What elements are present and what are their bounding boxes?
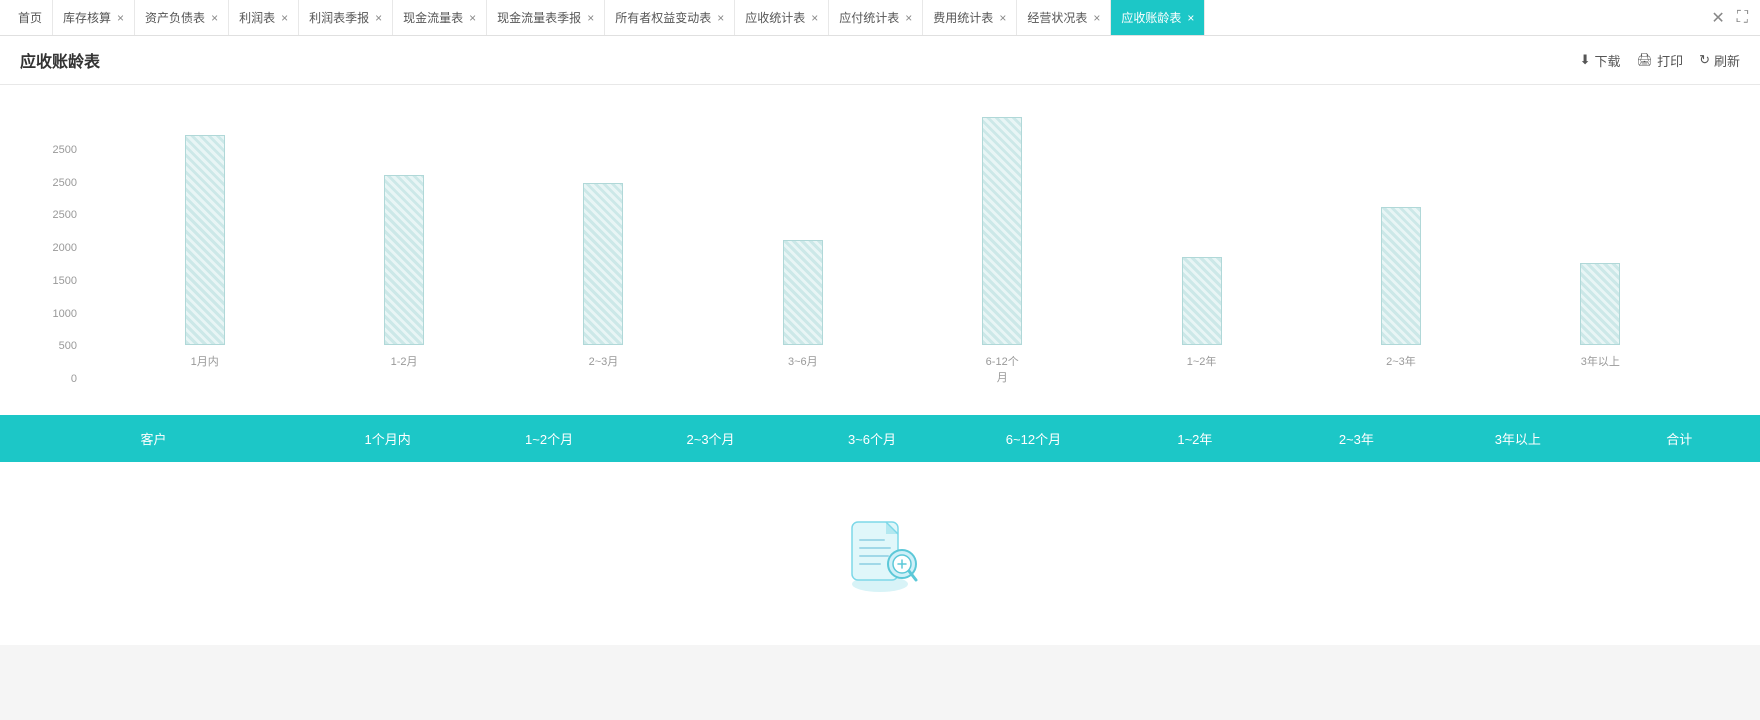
x-label-1month: 1月内 [185,353,225,385]
col-header-2-3month: 2~3个月 [630,415,791,462]
tab-ap-stat[interactable]: 应付统计表 × [829,0,923,36]
bar-group-2-3month [583,183,623,345]
tab-profit-quarter[interactable]: 利润表季报 × [299,0,393,36]
bar-group-3plus [1580,263,1620,345]
tab-close-inventory[interactable]: × [117,11,124,25]
tab-close-ar-aging[interactable]: × [1187,11,1194,25]
col-header-3-6month: 3~6个月 [791,415,952,462]
col-header-1-2year: 1~2年 [1114,415,1275,462]
table-header: 客户 1个月内 1~2个月 2~3个月 3~6个月 6~12个月 1~2年 2~… [0,415,1760,462]
x-label-2-3year: 2~3年 [1381,353,1421,385]
tab-ar-aging[interactable]: 应收账龄表 × [1111,0,1205,36]
header-actions: ⬇ 下载 🖨 打印 ↻ 刷新 [1580,51,1740,70]
x-label-6-12month: 6-12个月 [982,353,1022,385]
window-controls: ✕ ⛶ [1707,4,1752,32]
bar-1-2year [1182,257,1222,345]
window-maximize-button[interactable]: ⛶ [1733,5,1752,31]
main-content: 0 500 1000 1500 2000 2500 2500 2500 [0,85,1760,645]
refresh-icon: ↻ [1699,52,1710,68]
page-title: 应收账龄表 [20,48,100,72]
print-icon: 🖨 [1637,52,1654,68]
tab-close-expense-stat[interactable]: × [999,11,1006,25]
chart-area: 0 500 1000 1500 2000 2500 2500 2500 [0,85,1760,415]
col-header-total: 合计 [1599,415,1760,462]
col-header-2-3year: 2~3年 [1276,415,1437,462]
tab-bar: 首页 库存核算 × 资产负债表 × 利润表 × 利润表季报 × 现金流量表 × … [0,0,1760,36]
tab-inventory[interactable]: 库存核算 × [53,0,135,36]
page-header: 应收账龄表 ⬇ 下载 🖨 打印 ↻ 刷新 [0,36,1760,85]
chart-container: 0 500 1000 1500 2000 2500 2500 2500 [40,105,1720,385]
tab-close-ap-stat[interactable]: × [905,11,912,25]
tab-ops-status[interactable]: 经营状况表 × [1017,0,1111,36]
bar-1month [185,135,225,345]
tab-close-ops-status[interactable]: × [1093,11,1100,25]
bar-3-6month [783,240,823,345]
empty-state-icon [830,502,930,605]
tab-close-profit-quarter[interactable]: × [375,11,382,25]
tab-close-balance[interactable]: × [211,11,218,25]
tab-cashflow[interactable]: 现金流量表 × [393,0,487,36]
tab-close-cashflow-quarter[interactable]: × [587,11,594,25]
y-label-500: 500 [59,341,77,352]
col-header-1month: 1个月内 [307,415,468,462]
tab-close-profit[interactable]: × [281,11,288,25]
tab-ar-stat[interactable]: 应收统计表 × [735,0,829,36]
y-label-1500: 1500 [53,276,77,287]
refresh-button[interactable]: ↻ 刷新 [1699,51,1740,70]
y-label-0: 0 [71,374,77,385]
x-label-2-3month: 2~3月 [583,353,623,385]
tab-close-ar-stat[interactable]: × [811,11,818,25]
bar-group-3-6month [783,240,823,345]
bar-group-2-3year [1381,207,1421,345]
y-label-2000: 2000 [53,243,77,254]
bar-6-12month [982,117,1022,345]
tab-cashflow-quarter[interactable]: 现金流量表季报 × [487,0,605,36]
x-label-1-2month: 1-2月 [384,353,424,385]
y-label-1000: 1000 [53,309,77,320]
empty-state [0,462,1760,645]
y-label-2500a: 2500 [53,210,77,221]
bar-group-1month [185,135,225,345]
download-icon: ⬇ [1580,52,1591,68]
bar-2-3year [1381,207,1421,345]
bar-group-6-12month [982,117,1022,345]
chart-x-labels: 1月内 1-2月 2~3月 3~6月 6-12个月 1~2年 2~3年 3年以上 [85,345,1720,385]
col-header-3plus: 3年以上 [1437,415,1598,462]
window-close-button[interactable]: ✕ [1707,4,1728,32]
download-button[interactable]: ⬇ 下载 [1580,51,1621,70]
x-label-3-6month: 3~6月 [783,353,823,385]
tab-expense-stat[interactable]: 费用统计表 × [923,0,1017,36]
col-header-1-2month: 1~2个月 [468,415,629,462]
y-label-2500c: 2500 [53,145,77,156]
tab-profit[interactable]: 利润表 × [229,0,299,36]
tab-close-equity[interactable]: × [717,11,724,25]
chart-plot: 1月内 1-2月 2~3月 3~6月 6-12个月 1~2年 2~3年 3年以上 [85,345,1720,385]
bar-group-1-2month [384,175,424,345]
bar-3plus [1580,263,1620,345]
tab-equity[interactable]: 所有者权益变动表 × [605,0,735,36]
tab-balance[interactable]: 资产负债表 × [135,0,229,36]
tab-close-cashflow[interactable]: × [469,11,476,25]
col-header-6-12month: 6~12个月 [953,415,1114,462]
x-label-1-2year: 1~2年 [1182,353,1222,385]
x-label-3plus: 3年以上 [1580,353,1620,385]
y-label-2500b: 2500 [53,178,77,189]
bar-group-1-2year [1182,257,1222,345]
col-header-customer: 客户 [0,415,307,462]
bar-2-3month [583,183,623,345]
print-button[interactable]: 🖨 打印 [1637,51,1684,70]
bar-1-2month [384,175,424,345]
chart-y-axis: 0 500 1000 1500 2000 2500 2500 2500 [40,145,85,385]
tab-home[interactable]: 首页 [8,0,53,36]
